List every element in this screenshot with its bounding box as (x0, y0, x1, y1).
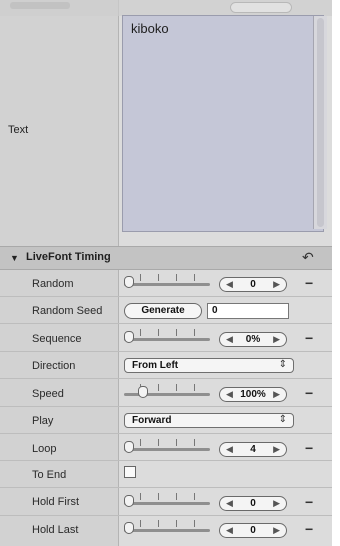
section-title: LiveFont Timing (26, 251, 111, 263)
play-label: Play (32, 415, 54, 427)
sequence-label: Sequence (32, 333, 82, 345)
hold-last-value[interactable]: 0 (236, 525, 270, 536)
speed-value[interactable]: 100% (236, 389, 270, 400)
minus-icon[interactable]: − (305, 275, 313, 291)
popup-chevron-icon: ⇕ (278, 414, 287, 425)
loop-stepper[interactable]: ◀ 4 ▶ (219, 442, 287, 457)
label-column (0, 0, 119, 546)
increment-icon[interactable]: ▶ (273, 334, 280, 345)
play-value: Forward (132, 415, 172, 426)
slider-thumb[interactable] (124, 522, 134, 534)
text-scrollbar[interactable] (313, 16, 327, 229)
to-end-label: To End (32, 469, 67, 481)
row-divider (0, 351, 332, 352)
minus-icon[interactable]: − (305, 521, 313, 537)
row-divider (0, 296, 332, 297)
slider-thumb[interactable] (124, 495, 134, 507)
previous-row-stepper (230, 2, 292, 13)
direction-popup[interactable]: From Left ⇕ (124, 358, 294, 373)
increment-icon[interactable]: ▶ (273, 389, 280, 400)
previous-row-label (10, 2, 70, 9)
livefont-timing-header[interactable]: ▼ LiveFont Timing ↶ (0, 246, 332, 270)
hold-last-label: Hold Last (32, 524, 79, 536)
slider-thumb[interactable] (124, 441, 134, 453)
minus-icon[interactable]: − (305, 440, 313, 456)
minus-icon[interactable]: − (305, 385, 313, 401)
decrement-icon[interactable]: ◀ (226, 444, 233, 455)
popup-chevron-icon: ⇕ (278, 359, 287, 370)
slider-thumb[interactable] (138, 386, 148, 398)
row-divider (0, 433, 332, 434)
text-label: Text (8, 124, 29, 136)
decrement-icon[interactable]: ◀ (226, 389, 233, 400)
random-value[interactable]: 0 (236, 279, 270, 290)
random-seed-field[interactable]: 0 (207, 303, 289, 319)
random-seed-label: Random Seed (32, 305, 103, 317)
generate-button[interactable]: Generate (124, 303, 202, 319)
minus-icon[interactable]: − (305, 330, 313, 346)
random-stepper[interactable]: ◀ 0 ▶ (219, 277, 287, 292)
hold-last-slider[interactable] (124, 518, 210, 536)
inspector-panel: Text kiboko ▼ LiveFont Timing ↶ Random ◀… (0, 0, 332, 546)
row-divider (0, 378, 332, 379)
slider-thumb[interactable] (124, 331, 134, 343)
decrement-icon[interactable]: ◀ (226, 498, 233, 509)
slider-thumb[interactable] (124, 276, 134, 288)
loop-label: Loop (32, 443, 57, 455)
decrement-icon[interactable]: ◀ (226, 525, 233, 536)
random-label: Random (32, 278, 74, 290)
hold-first-value[interactable]: 0 (236, 498, 270, 509)
row-divider (0, 515, 332, 516)
sequence-value[interactable]: 0% (236, 334, 270, 345)
row-divider (0, 460, 332, 461)
previous-row (0, 0, 332, 16)
text-value: kiboko (131, 21, 169, 36)
hold-last-stepper[interactable]: ◀ 0 ▶ (219, 523, 287, 538)
hold-first-slider[interactable] (124, 491, 210, 509)
row-divider (0, 323, 332, 324)
increment-icon[interactable]: ▶ (273, 525, 280, 536)
decrement-icon[interactable]: ◀ (226, 279, 233, 290)
direction-label: Direction (32, 360, 76, 372)
speed-stepper[interactable]: ◀ 100% ▶ (219, 387, 287, 402)
increment-icon[interactable]: ▶ (273, 498, 280, 509)
to-end-checkbox[interactable] (124, 466, 136, 478)
loop-slider[interactable] (124, 437, 210, 455)
loop-value[interactable]: 4 (236, 444, 270, 455)
speed-slider[interactable] (124, 382, 210, 400)
play-popup[interactable]: Forward ⇕ (124, 413, 294, 428)
speed-label: Speed (32, 388, 64, 400)
direction-value: From Left (132, 360, 179, 371)
decrement-icon[interactable]: ◀ (226, 334, 233, 345)
increment-icon[interactable]: ▶ (273, 444, 280, 455)
disclosure-triangle-icon[interactable]: ▼ (10, 253, 19, 263)
scrollbar-thumb[interactable] (317, 18, 324, 227)
reset-icon[interactable]: ↶ (302, 249, 314, 266)
row-divider (0, 406, 332, 407)
sequence-slider[interactable] (124, 327, 210, 345)
hold-first-label: Hold First (32, 496, 80, 508)
row-divider (0, 487, 332, 488)
random-slider[interactable] (124, 272, 210, 290)
minus-icon[interactable]: − (305, 494, 313, 510)
hold-first-stepper[interactable]: ◀ 0 ▶ (219, 496, 287, 511)
text-input[interactable]: kiboko (122, 15, 324, 232)
increment-icon[interactable]: ▶ (273, 279, 280, 290)
sequence-stepper[interactable]: ◀ 0% ▶ (219, 332, 287, 347)
